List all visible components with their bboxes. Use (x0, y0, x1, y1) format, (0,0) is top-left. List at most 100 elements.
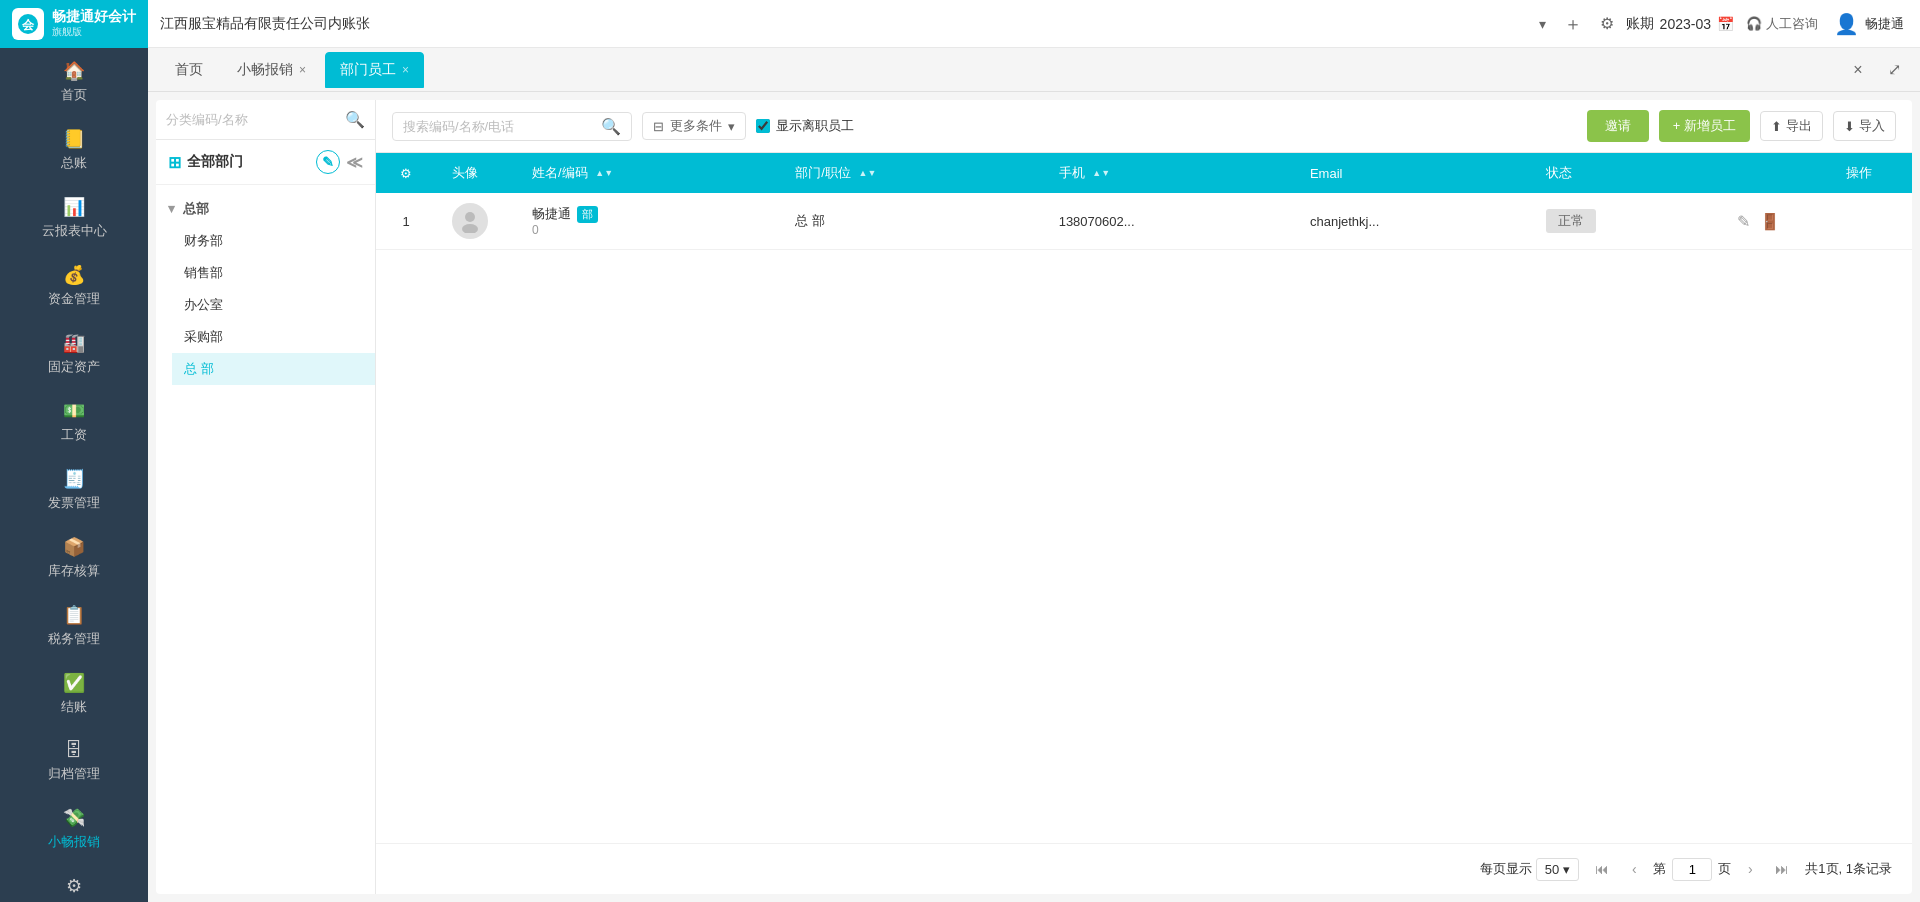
dept-search-icon[interactable]: 🔍 (345, 110, 365, 129)
sidebar-item-capital[interactable]: 💰 资金管理 (0, 252, 148, 320)
sidebar-item-home[interactable]: 🏠 首页 (0, 48, 148, 116)
name-badge: 畅捷通 部 (532, 205, 598, 223)
add-icon[interactable]: ＋ (1564, 12, 1582, 36)
main-layout: 🏠 首页 📒 总账 📊 云报表中心 💰 资金管理 🏭 固定资产 💵 工资 🧾 发… (0, 48, 1920, 902)
add-employee-button[interactable]: + 新增员工 (1659, 110, 1750, 142)
filter-button[interactable]: ⊟ 更多条件 ▾ (642, 112, 746, 140)
calendar-icon[interactable]: 📅 (1717, 16, 1734, 32)
account-period-value: 2023-03 (1660, 16, 1711, 32)
dept-tree-header: ⊞ 全部部门 ✎ ≪ (156, 140, 375, 185)
app-name: 畅捷通好会计 (52, 8, 136, 25)
col-dept-pos[interactable]: 部门/职位 ▲▼ (779, 153, 1042, 193)
account-period: 账期 2023-03 📅 (1626, 15, 1734, 33)
col-name-code[interactable]: 姓名/编码 ▲▼ (516, 153, 779, 193)
sidebar-item-settings[interactable]: ⚙ 基础设置 (0, 863, 148, 902)
dept-item-general[interactable]: 总 部 (172, 353, 375, 385)
sidebar-item-archive[interactable]: 🗄 归档管理 (0, 728, 148, 795)
content-area: 首页 小畅报销 × 部门员工 × × ⤢ 🔍 (148, 48, 1920, 902)
sidebar-item-salary[interactable]: 💵 工资 (0, 388, 148, 456)
sidebar-item-invoice[interactable]: 🧾 发票管理 (0, 456, 148, 524)
dept-item-office[interactable]: 办公室 (172, 289, 375, 321)
export-button[interactable]: ⬆ 导出 (1760, 111, 1823, 141)
dept-edit-button[interactable]: ✎ (316, 150, 340, 174)
row-name-code: 畅捷通 部 0 (516, 193, 779, 250)
sidebar-item-assets[interactable]: 🏭 固定资产 (0, 320, 148, 388)
next-page-button[interactable]: › (1737, 856, 1763, 882)
dept-item-finance[interactable]: 财务部 (172, 225, 375, 257)
logo-area: 会 畅捷通好会计 旗舰版 (0, 0, 148, 48)
sidebar-item-tax[interactable]: 📋 税务管理 (0, 592, 148, 660)
prev-page-button[interactable]: ‹ (1621, 856, 1647, 882)
page-content: 🔍 ⊞ 全部部门 ✎ ≪ ▾ (156, 100, 1912, 894)
edit-employee-button[interactable]: ✎ (1737, 212, 1750, 231)
sidebar-item-label: 税务管理 (48, 630, 100, 648)
dept-tree-actions: ✎ ≪ (316, 150, 363, 174)
sidebar-item-label: 归档管理 (48, 765, 100, 783)
col-settings[interactable]: ⚙ (376, 153, 436, 193)
svg-point-2 (465, 212, 475, 222)
sidebar-item-ledger[interactable]: 📒 总账 (0, 116, 148, 184)
dept-search-input[interactable] (166, 112, 339, 127)
dept-root[interactable]: ▾ 总部 (156, 193, 375, 225)
dept-item-sales[interactable]: 销售部 (172, 257, 375, 289)
tab-expense[interactable]: 小畅报销 × (222, 52, 321, 88)
dept-search-area: 🔍 (156, 100, 375, 140)
dept-employee-page: 🔍 ⊞ 全部部门 ✎ ≪ ▾ (156, 100, 1912, 894)
dept-item-purchase[interactable]: 采购部 (172, 321, 375, 353)
filter-arrow: ▾ (728, 119, 735, 134)
page-size-dropdown[interactable]: 50 ▾ (1536, 858, 1579, 881)
import-label: 导入 (1859, 117, 1885, 135)
user-name: 畅捷通 (1865, 15, 1904, 33)
sidebar-item-reports[interactable]: 📊 云报表中心 (0, 184, 148, 252)
sidebar-item-inventory[interactable]: 📦 库存核算 (0, 524, 148, 592)
sidebar-item-label: 小畅报销 (48, 833, 100, 851)
tab-controls: × ⤢ (1844, 56, 1908, 84)
collapse-arrow: ▾ (168, 201, 175, 216)
salary-icon: 💵 (63, 400, 85, 422)
dept-tree: ▾ 总部 财务部 销售部 办公室 (156, 185, 375, 894)
employee-table: ⚙ 头像 姓名/编码 ▲▼ 部门/职位 ▲▼ (376, 153, 1912, 843)
dept-general-label: 总 部 (184, 360, 214, 378)
dept-badge: 部 (577, 206, 598, 223)
row-actions: ✎ 🚪 (1721, 193, 1912, 250)
settings-icon[interactable]: ⚙ (1600, 14, 1614, 33)
user-area: 👤 畅捷通 (1834, 12, 1904, 36)
sidebar-item-closing[interactable]: ✅ 结账 (0, 660, 148, 728)
tab-dept-close[interactable]: × (402, 63, 409, 77)
dept-collapse-button[interactable]: ≪ (346, 153, 363, 172)
service-button[interactable]: 🎧 人工咨询 (1746, 15, 1818, 33)
tab-home[interactable]: 首页 (160, 52, 218, 88)
tab-dept-employee[interactable]: 部门员工 × (325, 52, 424, 88)
expand-window-button[interactable]: ⤢ (1880, 56, 1908, 84)
user-avatar-icon: 👤 (1834, 12, 1859, 36)
employee-search-input[interactable] (403, 119, 595, 134)
delete-employee-button[interactable]: 🚪 (1760, 212, 1780, 231)
row-dept: 总 部 (779, 193, 1042, 250)
col-email: Email (1294, 153, 1530, 193)
first-page-button[interactable]: ⏮ (1589, 856, 1615, 882)
page-number-input[interactable] (1672, 858, 1712, 881)
search-icon[interactable]: 🔍 (601, 117, 621, 136)
sidebar-item-label: 发票管理 (48, 494, 100, 512)
last-page-button[interactable]: ⏭ (1769, 856, 1795, 882)
sort-dept-icon: ▲▼ (859, 169, 877, 178)
show-resigned-checkbox[interactable] (756, 119, 770, 133)
sidebar-item-expense[interactable]: 💸 小畅报销 (0, 795, 148, 863)
sidebar-item-label: 结账 (61, 698, 87, 716)
invite-button[interactable]: 邀请 (1587, 110, 1649, 142)
settings-side-icon: ⚙ (66, 875, 82, 897)
show-resigned-area: 显示离职员工 (756, 117, 854, 135)
sidebar: 🏠 首页 📒 总账 📊 云报表中心 💰 资金管理 🏭 固定资产 💵 工资 🧾 发… (0, 48, 148, 902)
dropdown-icon[interactable]: ▾ (1539, 16, 1546, 32)
col-phone[interactable]: 手机 ▲▼ (1043, 153, 1294, 193)
row-email: chanjethkj... (1294, 193, 1530, 250)
tab-expense-close[interactable]: × (299, 63, 306, 77)
import-button[interactable]: ⬇ 导入 (1833, 111, 1896, 141)
employee-code: 0 (532, 223, 763, 237)
logo-text-block: 畅捷通好会计 旗舰版 (52, 8, 136, 39)
status-badge: 正常 (1546, 209, 1596, 233)
sidebar-item-label: 首页 (61, 86, 87, 104)
invoice-icon: 🧾 (63, 468, 85, 490)
close-window-button[interactable]: × (1844, 56, 1872, 84)
closing-icon: ✅ (63, 672, 85, 694)
